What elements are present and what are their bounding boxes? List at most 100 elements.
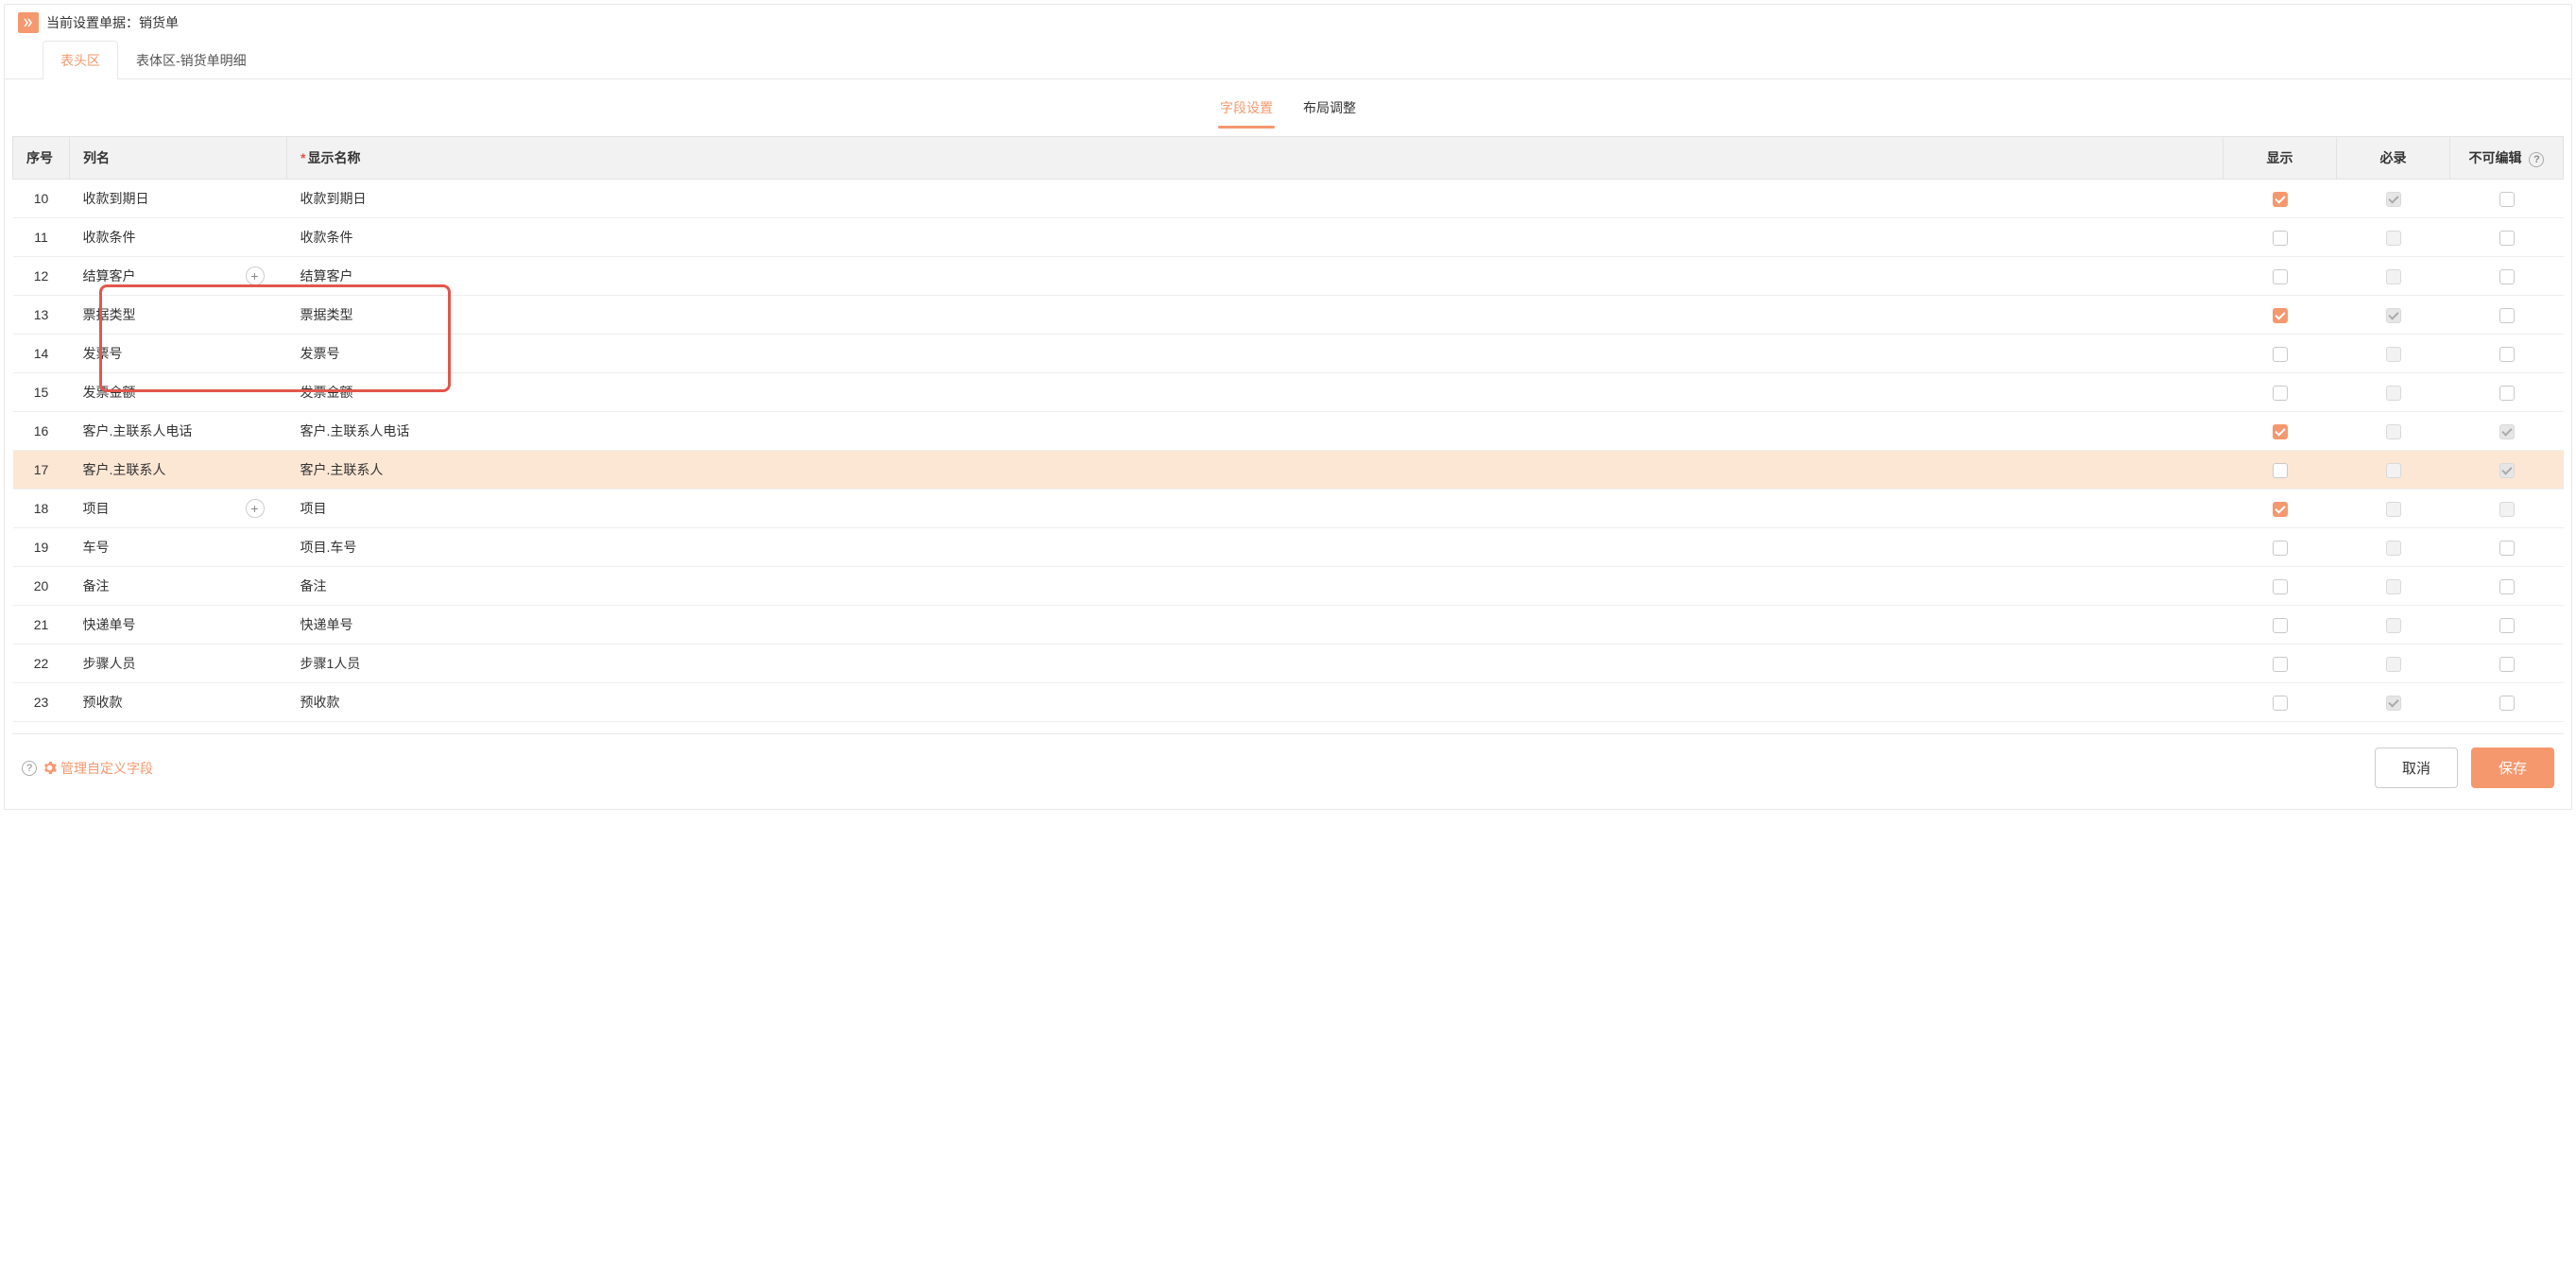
checkbox-show[interactable] xyxy=(2273,463,2288,478)
table-row: 22步骤人员步骤1人员 xyxy=(13,645,2564,683)
checkbox-noedit[interactable] xyxy=(2499,269,2515,284)
field-name: 发票金额 xyxy=(83,383,136,402)
settings-panel: 当前设置单据： 销货单 表头区表体区-销货单明细 字段设置布局调整 序号 列名 … xyxy=(4,4,2572,810)
cell-display-name[interactable]: 预收款 xyxy=(287,683,2224,722)
add-related-field-button[interactable]: + xyxy=(246,499,265,518)
checkbox-noedit[interactable] xyxy=(2499,579,2515,594)
cell-show xyxy=(2224,218,2337,257)
col-header-noedit: 不可编辑 ? xyxy=(2450,137,2564,180)
checkbox-show[interactable] xyxy=(2273,424,2288,439)
cell-display-name[interactable]: 结算客户 xyxy=(287,257,2224,296)
cell-display-name[interactable]: 客户.主联系人电话 xyxy=(287,412,2224,451)
checkbox-show[interactable] xyxy=(2273,386,2288,401)
cell-name: 步骤人员 xyxy=(70,645,287,683)
cell-display-name[interactable]: 发票号 xyxy=(287,335,2224,373)
cancel-button[interactable]: 取消 xyxy=(2375,748,2458,788)
cell-seq: 14 xyxy=(13,335,70,373)
checkbox-show[interactable] xyxy=(2273,696,2288,711)
table-row: 14发票号发票号 xyxy=(13,335,2564,373)
cell-display-name[interactable]: 客户.主联系人 xyxy=(287,451,2224,490)
sub-tab-1[interactable]: 布局调整 xyxy=(1301,95,1358,129)
field-name: 步骤人员 xyxy=(83,654,136,673)
gear-icon xyxy=(43,761,57,775)
main-tab-0[interactable]: 表头区 xyxy=(43,41,118,79)
cell-name: 结算客户+ xyxy=(70,257,287,296)
checkbox-show[interactable] xyxy=(2273,269,2288,284)
checkbox-show[interactable] xyxy=(2273,541,2288,556)
cell-display-name[interactable]: 快递单号 xyxy=(287,606,2224,645)
table-row: 17客户.主联系人客户.主联系人 xyxy=(13,451,2564,490)
expand-sidebar-button[interactable] xyxy=(18,12,39,33)
main-tab-1[interactable]: 表体区-销货单明细 xyxy=(118,41,265,79)
footer-left: ? 管理自定义字段 xyxy=(22,759,153,778)
cell-required xyxy=(2337,296,2450,335)
checkbox-noedit[interactable] xyxy=(2499,618,2515,633)
checkbox-noedit[interactable] xyxy=(2499,231,2515,246)
checkbox-show[interactable] xyxy=(2273,347,2288,362)
cell-show xyxy=(2224,606,2337,645)
cell-show xyxy=(2224,528,2337,567)
cell-show xyxy=(2224,257,2337,296)
manage-custom-fields-link[interactable]: 管理自定义字段 xyxy=(43,759,153,778)
field-name: 收款到期日 xyxy=(83,189,149,208)
cell-display-name[interactable]: 收款到期日 xyxy=(287,180,2224,218)
add-related-field-button[interactable]: + xyxy=(246,266,265,285)
cell-display-name[interactable]: 步骤1人员 xyxy=(287,645,2224,683)
cell-display-name[interactable]: 票据类型 xyxy=(287,296,2224,335)
checkbox-show[interactable] xyxy=(2273,618,2288,633)
cell-noedit xyxy=(2450,606,2564,645)
cell-seq: 15 xyxy=(13,373,70,412)
table-row: 16客户.主联系人电话客户.主联系人电话 xyxy=(13,412,2564,451)
cell-noedit xyxy=(2450,373,2564,412)
cell-required xyxy=(2337,645,2450,683)
checkbox-noedit[interactable] xyxy=(2499,192,2515,207)
cell-seq: 18 xyxy=(13,490,70,528)
sub-tab-0[interactable]: 字段设置 xyxy=(1218,95,1275,129)
checkbox-noedit[interactable] xyxy=(2499,696,2515,711)
checkbox-show[interactable] xyxy=(2273,502,2288,517)
col-header-show: 显示 xyxy=(2224,137,2337,180)
checkbox-required xyxy=(2386,347,2401,362)
checkbox-noedit[interactable] xyxy=(2499,347,2515,362)
footer-help-icon[interactable]: ? xyxy=(22,761,37,776)
save-button[interactable]: 保存 xyxy=(2471,748,2554,788)
cell-name: 发票号 xyxy=(70,335,287,373)
checkbox-show[interactable] xyxy=(2273,308,2288,323)
checkbox-show[interactable] xyxy=(2273,579,2288,594)
checkbox-noedit[interactable] xyxy=(2499,386,2515,401)
checkbox-show[interactable] xyxy=(2273,192,2288,207)
cell-display-name[interactable]: 收款条件 xyxy=(287,218,2224,257)
cell-noedit xyxy=(2450,567,2564,606)
table-row: 12结算客户+结算客户 xyxy=(13,257,2564,296)
cell-noedit xyxy=(2450,218,2564,257)
cell-display-name[interactable]: 项目.车号 xyxy=(287,528,2224,567)
checkbox-required xyxy=(2386,463,2401,478)
cell-name: 发票金额 xyxy=(70,373,287,412)
checkbox-noedit[interactable] xyxy=(2499,657,2515,672)
help-icon[interactable]: ? xyxy=(2529,152,2544,167)
cell-display-name[interactable]: 备注 xyxy=(287,567,2224,606)
cell-show xyxy=(2224,296,2337,335)
header-prefix: 当前设置单据： xyxy=(46,13,139,32)
cell-display-name[interactable]: 发票金额 xyxy=(287,373,2224,412)
cell-show xyxy=(2224,180,2337,218)
field-name: 车号 xyxy=(83,538,110,557)
checkbox-required xyxy=(2386,308,2401,323)
cell-show xyxy=(2224,373,2337,412)
table-row: 13票据类型票据类型 xyxy=(13,296,2564,335)
checkbox-noedit[interactable] xyxy=(2499,308,2515,323)
checkbox-required xyxy=(2386,657,2401,672)
checkbox-noedit[interactable] xyxy=(2499,541,2515,556)
cell-noedit xyxy=(2450,257,2564,296)
table-row: 21快递单号快递单号 xyxy=(13,606,2564,645)
checkbox-show[interactable] xyxy=(2273,231,2288,246)
cell-show xyxy=(2224,683,2337,722)
col-header-required: 必录 xyxy=(2337,137,2450,180)
footer-right: 取消 保存 xyxy=(2375,748,2554,788)
cell-display-name[interactable]: 项目 xyxy=(287,490,2224,528)
checkbox-show[interactable] xyxy=(2273,657,2288,672)
col-header-seq: 序号 xyxy=(13,137,70,180)
cell-name: 备注 xyxy=(70,567,287,606)
cell-required xyxy=(2337,412,2450,451)
table-row: 20备注备注 xyxy=(13,567,2564,606)
